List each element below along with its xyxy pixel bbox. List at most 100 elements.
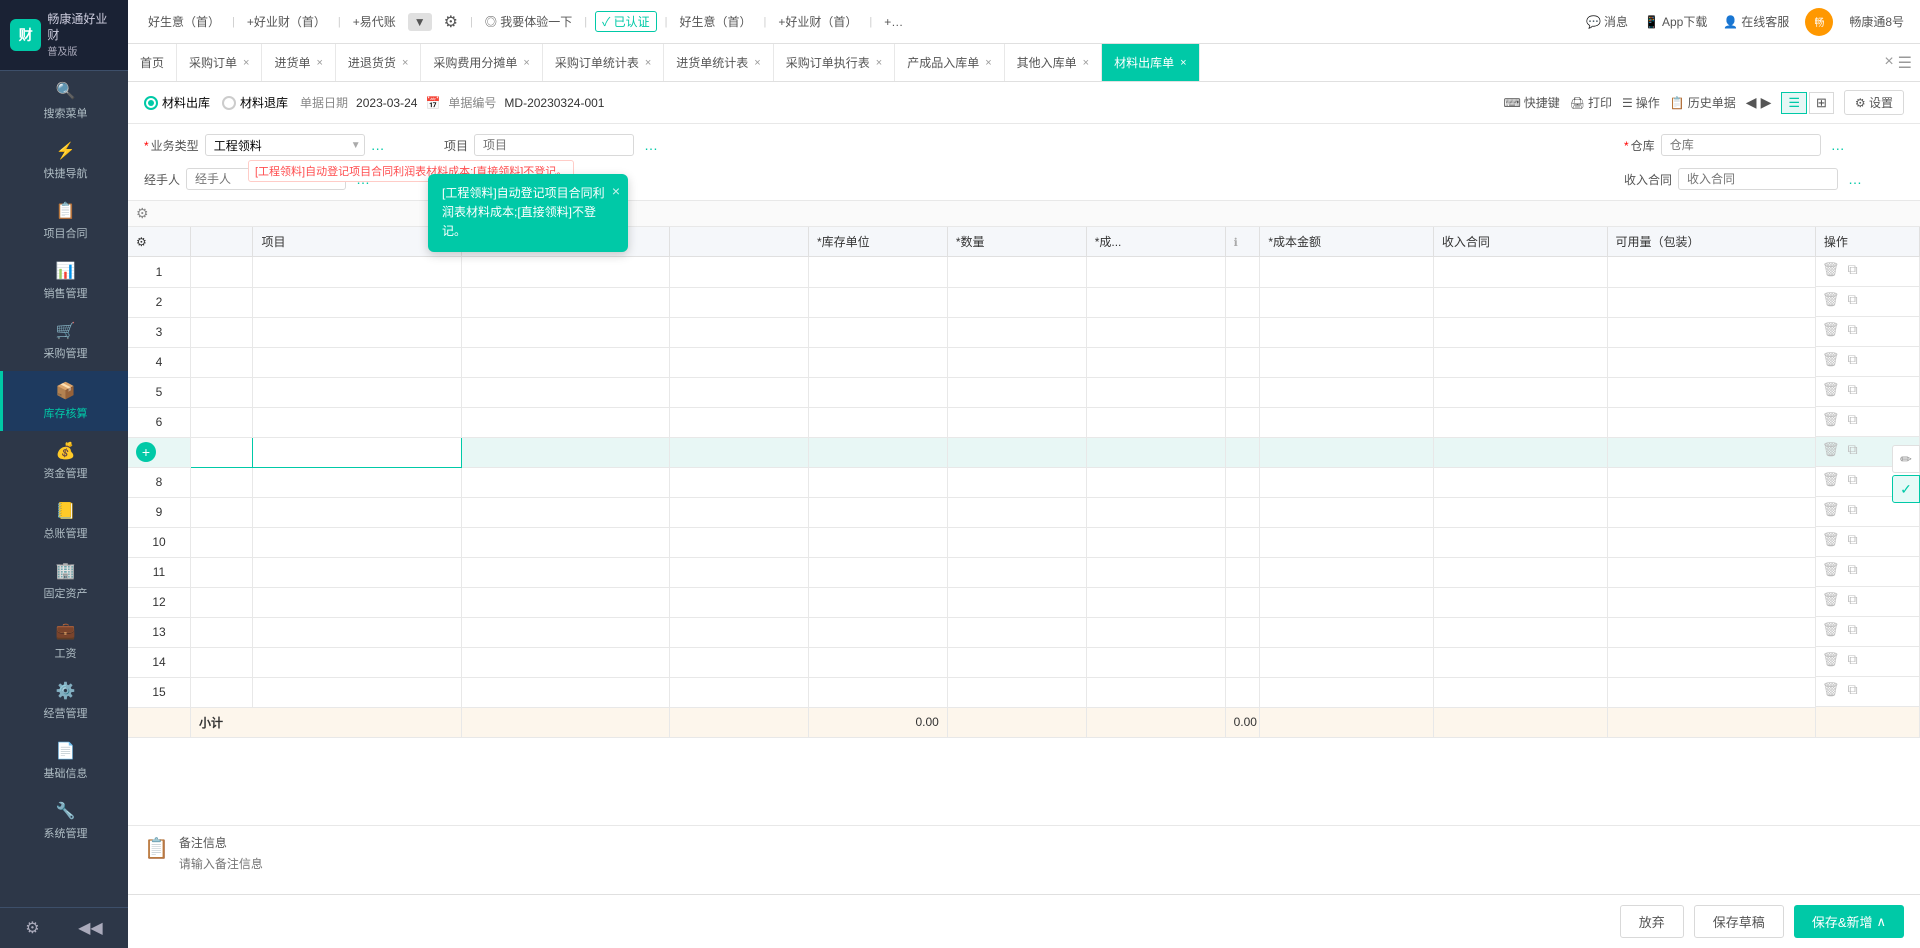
tab-material-out[interactable]: 材料出库单 ×	[1102, 44, 1199, 82]
next-arrow[interactable]: ▶	[1761, 94, 1772, 111]
float-status-icon[interactable]: ✓	[1892, 475, 1920, 503]
delete-row-btn[interactable]: 🗑	[1820, 441, 1842, 462]
sidebar-item-project[interactable]: 📋 项目合同	[0, 191, 128, 251]
project-dots[interactable]: …	[644, 137, 658, 153]
copy-row-btn[interactable]: ⧉	[1846, 411, 1860, 432]
copy-row-btn[interactable]: ⧉	[1846, 681, 1860, 702]
topbar-more-dropdown[interactable]: ▼	[408, 13, 432, 31]
print-btn[interactable]: 🖨 打印	[1570, 94, 1612, 111]
online-support-btn[interactable]: 👤 在线客服	[1723, 13, 1789, 30]
copy-row-btn[interactable]: ⧉	[1846, 291, 1860, 312]
shortcut-btn[interactable]: ⌨ 快捷键	[1503, 94, 1559, 111]
business-type-dots[interactable]: …	[371, 137, 385, 153]
delete-row-btn[interactable]: 🗑	[1820, 381, 1842, 402]
prev-arrow[interactable]: ◀	[1746, 94, 1757, 111]
copy-row-btn[interactable]: ⧉	[1846, 591, 1860, 612]
delete-row-btn[interactable]: 🗑	[1820, 351, 1842, 372]
copy-row-btn[interactable]: ⧉	[1846, 561, 1860, 582]
sidebar-item-sys-admin[interactable]: 🔧 系统管理	[0, 791, 128, 851]
delete-row-btn[interactable]: 🗑	[1820, 291, 1842, 312]
copy-row-btn[interactable]: ⧉	[1846, 441, 1860, 462]
delete-row-btn[interactable]: 🗑	[1820, 651, 1842, 672]
message-btn[interactable]: 💬 消息	[1586, 13, 1628, 30]
float-edit-icon[interactable]: ✏	[1892, 445, 1920, 473]
tab-po-exec[interactable]: 采购订单执行表 ×	[774, 44, 895, 82]
topbar-certified[interactable]: ✓ 已认证	[595, 11, 657, 32]
history-btn[interactable]: 📋 历史单据	[1670, 94, 1736, 111]
user-avatar[interactable]: 畅	[1805, 8, 1833, 36]
tab-close-cost-alloc[interactable]: ×	[523, 57, 529, 69]
topbar-experience[interactable]: ◎ 我要体验一下	[481, 13, 576, 30]
copy-row-btn[interactable]: ⧉	[1846, 261, 1860, 282]
tab-close-po[interactable]: ×	[243, 57, 249, 69]
collapse-icon[interactable]: ◀◀	[78, 918, 103, 938]
sidebar-item-fixed-assets[interactable]: 🏢 固定资产	[0, 551, 128, 611]
calendar-icon[interactable]: 📅	[425, 96, 440, 110]
draft-button[interactable]: 保存草稿	[1694, 905, 1784, 938]
topbar-nav-good-biz[interactable]: 好生意（首）	[144, 13, 224, 30]
radio-material-return[interactable]: 材料退库	[222, 94, 288, 111]
tab-po[interactable]: 采购订单 ×	[177, 44, 262, 82]
view-grid-btn[interactable]: ⊞	[1809, 92, 1834, 114]
copy-row-btn[interactable]: ⧉	[1846, 471, 1860, 492]
topbar-settings-icon[interactable]: ⚙	[440, 12, 462, 32]
delete-row-btn[interactable]: 🗑	[1820, 591, 1842, 612]
app-download-btn[interactable]: 📱 App下载	[1644, 13, 1707, 30]
tab-return[interactable]: 进退货货 ×	[336, 44, 421, 82]
copy-row-btn[interactable]: ⧉	[1846, 651, 1860, 672]
topbar-nav-proxy[interactable]: +易代账	[349, 13, 400, 30]
sidebar-item-purchase[interactable]: 🛒 采购管理	[0, 311, 128, 371]
topbar-nav-good-biz2[interactable]: 好生意（首）	[675, 13, 755, 30]
project-input[interactable]	[474, 134, 634, 156]
tab-close-finished-goods[interactable]: ×	[985, 57, 991, 69]
tab-cost-alloc[interactable]: 采购费用分摊单 ×	[421, 44, 542, 82]
income-contract-input[interactable]	[1678, 168, 1838, 190]
settings-bottom-icon[interactable]: ⚙	[25, 918, 39, 938]
sidebar-item-sales[interactable]: 📊 销售管理	[0, 251, 128, 311]
col-settings[interactable]: ⚙	[128, 227, 190, 257]
delete-row-btn[interactable]: 🗑	[1820, 681, 1842, 702]
discard-button[interactable]: 放弃	[1620, 905, 1684, 938]
copy-row-btn[interactable]: ⧉	[1846, 351, 1860, 372]
tab-finished-goods[interactable]: 产成品入库单 ×	[895, 44, 1004, 82]
sidebar-item-basic-info[interactable]: 📄 基础信息	[0, 731, 128, 791]
sidebar-item-search[interactable]: 🔍 搜索菜单	[0, 71, 128, 131]
tab-close-other-in[interactable]: ×	[1083, 57, 1089, 69]
copy-row-btn[interactable]: ⧉	[1846, 321, 1860, 342]
warehouse-dots[interactable]: …	[1831, 137, 1845, 153]
operate-btn[interactable]: ☰ 操作	[1622, 94, 1660, 111]
delete-row-btn[interactable]: 🗑	[1820, 531, 1842, 552]
tab-close-all[interactable]: ×	[1884, 53, 1893, 73]
sidebar-item-finance[interactable]: 💰 资金管理	[0, 431, 128, 491]
topbar-nav-good-finance[interactable]: +好业财（首）	[243, 13, 330, 30]
save-new-button[interactable]: 保存&新增 ∧	[1794, 905, 1904, 938]
delete-row-btn[interactable]: 🗑	[1820, 501, 1842, 522]
user-name[interactable]: 畅康通8号	[1849, 13, 1904, 30]
notes-textarea[interactable]	[179, 855, 1904, 883]
delete-row-btn[interactable]: 🗑	[1820, 621, 1842, 642]
settings-btn[interactable]: ⚙ 设置	[1844, 90, 1904, 115]
view-list-btn[interactable]: ☰	[1781, 92, 1807, 114]
delete-row-btn[interactable]: 🗑	[1820, 471, 1842, 492]
table-settings-icon[interactable]: ⚙	[136, 205, 149, 222]
tab-close-inbound-stat[interactable]: ×	[754, 57, 760, 69]
warehouse-input[interactable]	[1661, 134, 1821, 156]
tab-close-po-stat[interactable]: ×	[645, 57, 651, 69]
business-type-input[interactable]	[205, 134, 365, 156]
delete-row-btn[interactable]: 🗑	[1820, 321, 1842, 342]
tab-home[interactable]: 首页	[128, 44, 177, 82]
income-contract-dots[interactable]: …	[1848, 171, 1862, 187]
sidebar-item-inventory[interactable]: 📦 库存核算	[0, 371, 128, 431]
copy-row-btn[interactable]: ⧉	[1846, 501, 1860, 522]
tab-inbound[interactable]: 进货单 ×	[262, 44, 335, 82]
delete-row-btn[interactable]: 🗑	[1820, 261, 1842, 282]
sidebar-item-ledger[interactable]: 📒 总账管理	[0, 491, 128, 551]
tab-close-inbound[interactable]: ×	[316, 57, 322, 69]
sidebar-item-payroll[interactable]: 💼 工资	[0, 611, 128, 671]
tab-close-po-exec[interactable]: ×	[876, 57, 882, 69]
copy-row-btn[interactable]: ⧉	[1846, 621, 1860, 642]
copy-row-btn[interactable]: ⧉	[1846, 381, 1860, 402]
topbar-ellipsis[interactable]: +…	[880, 15, 907, 29]
copy-row-btn[interactable]: ⧉	[1846, 531, 1860, 552]
tab-close-material-out[interactable]: ×	[1180, 57, 1186, 69]
